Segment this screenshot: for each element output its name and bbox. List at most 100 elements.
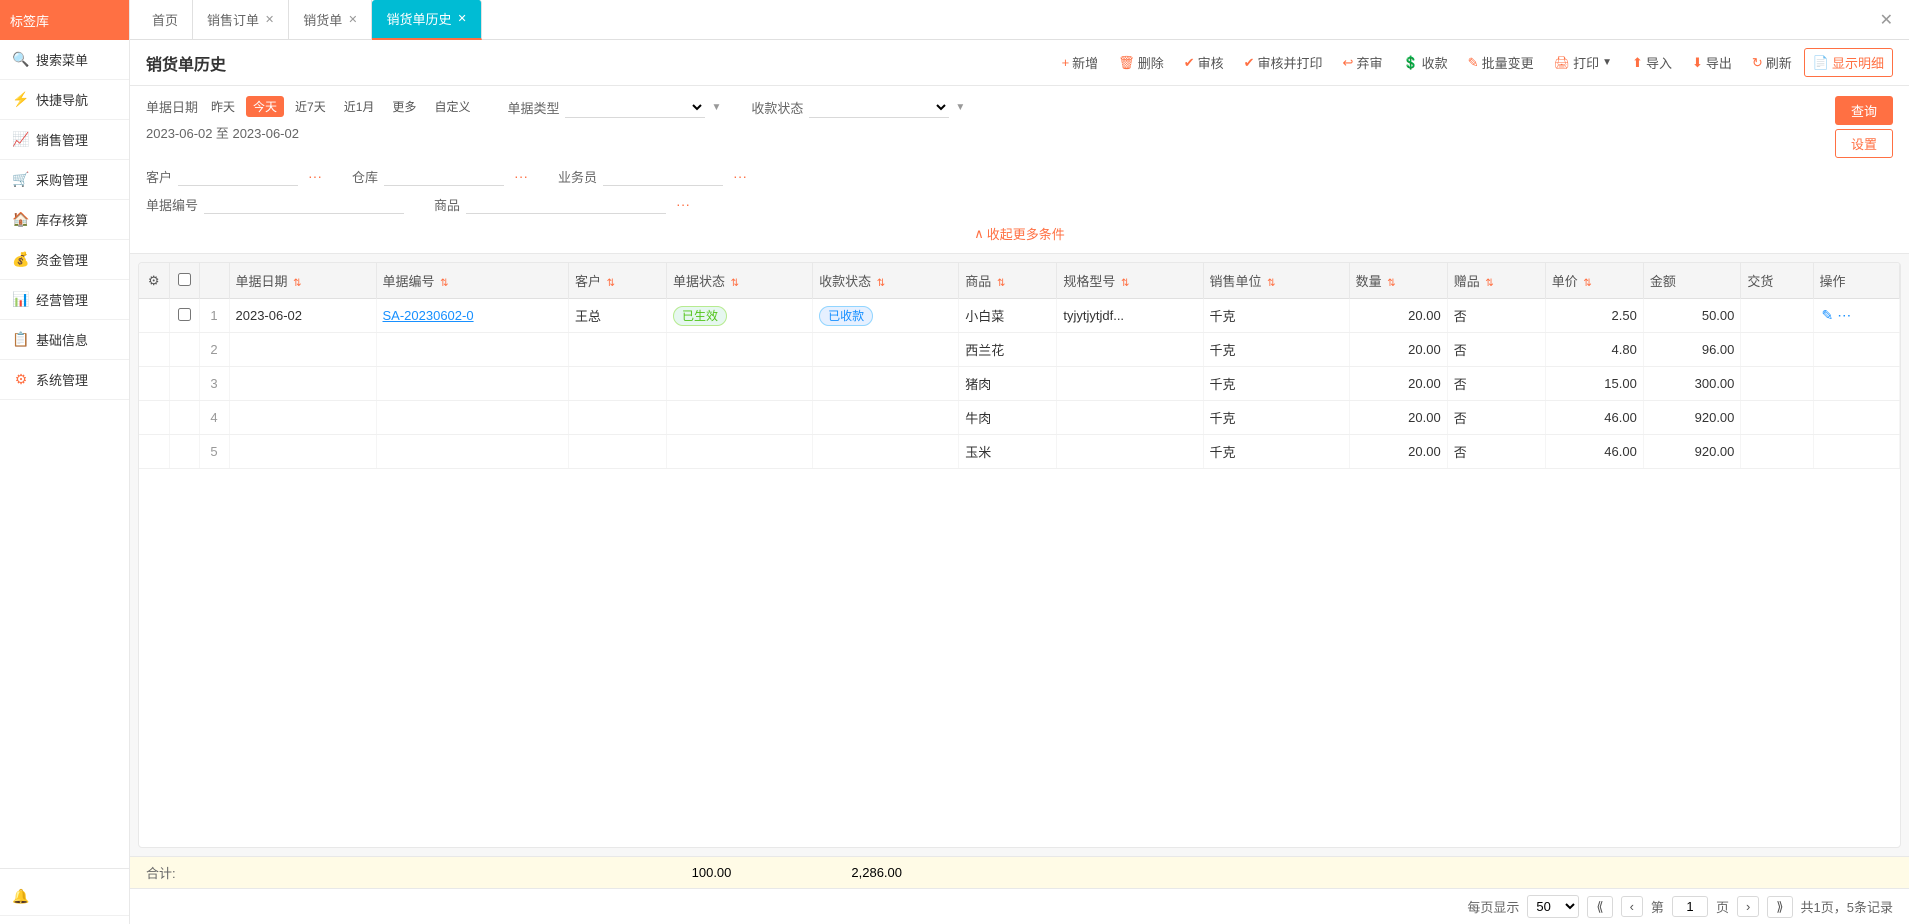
customer-input[interactable] (178, 166, 298, 186)
date-1month[interactable]: 近1月 (337, 96, 382, 117)
sidebar-item-sales-mgmt[interactable]: 📈 销售管理 (0, 120, 129, 160)
collect-status-select[interactable] (809, 96, 949, 118)
col-date[interactable]: 单据日期 ⇅ (229, 263, 376, 299)
col-gift[interactable]: 赠品 ⇅ (1447, 263, 1545, 299)
batch-change-button[interactable]: ✎ 批量变更 (1460, 49, 1542, 76)
abandon-button[interactable]: ↩ 弃审 (1335, 49, 1391, 76)
row-doc-no[interactable] (376, 333, 568, 367)
sidebar-item-basic-info[interactable]: 📋 基础信息 (0, 320, 129, 360)
row-gift: 否 (1447, 367, 1545, 401)
customer-more-icon[interactable]: ··· (308, 168, 322, 184)
total-bar: 合计: 100.00 2,286.00 (130, 856, 1909, 888)
approve-print-button[interactable]: ✔ 审核并打印 (1236, 49, 1331, 76)
refresh-button[interactable]: ↻ 刷新 (1744, 49, 1800, 76)
print-button[interactable]: 🖨 打印 ▼ (1546, 49, 1620, 76)
approve-button[interactable]: ✔ 审核 (1176, 49, 1232, 76)
doc-type-select[interactable] (565, 96, 705, 118)
sidebar-item-sys-mgmt[interactable]: ⚙ 系统管理 (0, 360, 129, 400)
tab-sales-history[interactable]: 销货单历史 ✕ (372, 0, 481, 40)
row-trade (1741, 367, 1813, 401)
export-button[interactable]: ⬇ 导出 (1684, 49, 1740, 76)
staff-more-icon[interactable]: ··· (733, 168, 747, 184)
tab-close-sales-order[interactable]: ✕ (265, 13, 274, 26)
page-input[interactable] (1672, 896, 1708, 917)
first-page-btn[interactable]: ⟪ (1587, 896, 1612, 918)
import-button[interactable]: ⬆ 导入 (1624, 49, 1680, 76)
col-goods[interactable]: 商品 ⇅ (959, 263, 1057, 299)
delete-button[interactable]: 🗑 删除 (1110, 49, 1172, 76)
last-page-btn[interactable]: ⟫ (1767, 896, 1792, 918)
row-amount: 920.00 (1643, 401, 1741, 435)
total-amount: 2,286.00 (851, 865, 902, 880)
sidebar-bottom-item1[interactable]: 🔔 (0, 877, 129, 916)
col-doc-no[interactable]: 单据编号 ⇅ (376, 263, 568, 299)
date-range-display: 2023-06-02 至 2023-06-02 (146, 123, 477, 142)
col-price[interactable]: 单价 ⇅ (1545, 263, 1643, 299)
warehouse-more-icon[interactable]: ··· (514, 168, 528, 184)
tab-close-sales-goods[interactable]: ✕ (348, 13, 357, 26)
sidebar-item-inventory-calc[interactable]: 🏠 库存核算 (0, 200, 129, 240)
per-page-select[interactable]: 10 20 50 100 (1527, 895, 1579, 918)
sidebar-item-search-menu[interactable]: 🔍 搜索菜单 (0, 40, 129, 80)
next-page-btn[interactable]: › (1737, 896, 1759, 917)
sidebar-item-quick-nav[interactable]: ⚡ 快捷导航 (0, 80, 129, 120)
row-date (229, 401, 376, 435)
row-goods: 小白菜 (959, 299, 1057, 333)
row-doc-no[interactable] (376, 367, 568, 401)
collect-button[interactable]: 💲 收款 (1394, 49, 1455, 76)
col-settings[interactable]: ⚙ (139, 263, 169, 299)
page-header: 销货单历史 + 新增 🗑 删除 ✔ 审核 ✔ 审核并打印 (130, 40, 1909, 86)
row-date (229, 367, 376, 401)
select-all-checkbox[interactable] (178, 273, 191, 286)
doc-no-link[interactable]: SA-20230602-0 (383, 308, 474, 323)
row-unit: 千克 (1203, 333, 1349, 367)
goods-more-icon[interactable]: ··· (676, 196, 690, 212)
more-action-btn[interactable]: ⋯ (1837, 307, 1851, 323)
show-detail-button[interactable]: 📄 显示明细 (1804, 48, 1893, 77)
goods-input[interactable] (466, 194, 666, 214)
col-collect-status[interactable]: 收款状态 ⇅ (813, 263, 959, 299)
col-spec[interactable]: 规格型号 ⇅ (1057, 263, 1203, 299)
row-trade (1741, 401, 1813, 435)
col-doc-status[interactable]: 单据状态 ⇅ (667, 263, 813, 299)
staff-label: 业务员 (558, 167, 597, 186)
date-more[interactable]: 更多 (385, 96, 423, 117)
per-page-label: 每页显示 (1467, 897, 1519, 916)
row-customer (568, 435, 666, 469)
tab-home[interactable]: 首页 (138, 0, 193, 40)
col-unit[interactable]: 销售单位 ⇅ (1203, 263, 1349, 299)
row-num: 5 (199, 435, 229, 469)
sidebar-item-purchase-mgmt[interactable]: 🛒 采购管理 (0, 160, 129, 200)
row-date: 2023-06-02 (229, 299, 376, 333)
row-customer: 王总 (568, 299, 666, 333)
prev-page-btn[interactable]: ‹ (1621, 896, 1643, 917)
col-customer[interactable]: 客户 ⇅ (568, 263, 666, 299)
row-collect-status (813, 401, 959, 435)
tab-sales-goods[interactable]: 销货单 ✕ (289, 0, 372, 40)
col-qty[interactable]: 数量 ⇅ (1349, 263, 1447, 299)
date-custom[interactable]: 自定义 (427, 96, 477, 117)
close-all-tabs[interactable]: ✕ (1872, 10, 1901, 30)
date-yesterday[interactable]: 昨天 (204, 96, 242, 117)
staff-input[interactable] (603, 166, 723, 186)
collapse-btn[interactable]: ∧ 收起更多条件 (974, 224, 1065, 243)
tab-sales-order[interactable]: 销售订单 ✕ (193, 0, 289, 40)
filter-settings-button[interactable]: 设置 (1835, 129, 1893, 158)
row-doc-no[interactable]: SA-20230602-0 (376, 299, 568, 333)
new-button[interactable]: + 新增 (1054, 49, 1107, 76)
date-7days[interactable]: 近7天 (288, 96, 333, 117)
tab-close-sales-history[interactable]: ✕ (458, 12, 467, 25)
row-doc-no[interactable] (376, 401, 568, 435)
edit-action-btn[interactable]: ✎ (1822, 307, 1834, 323)
main-area: 首页 销售订单 ✕ 销货单 ✕ 销货单历史 ✕ ✕ 销货单历史 + 新增 (130, 0, 1909, 924)
row-price: 46.00 (1545, 435, 1643, 469)
sidebar-item-ops-mgmt[interactable]: 📊 经营管理 (0, 280, 129, 320)
warehouse-input[interactable] (384, 166, 504, 186)
row-checkbox[interactable] (178, 308, 191, 321)
query-button[interactable]: 查询 (1835, 96, 1893, 125)
col-amount: 金额 (1643, 263, 1741, 299)
row-doc-no[interactable] (376, 435, 568, 469)
doc-no-input[interactable] (204, 194, 404, 214)
date-today[interactable]: 今天 (246, 96, 284, 117)
sidebar-item-fund-mgmt[interactable]: 💰 资金管理 (0, 240, 129, 280)
